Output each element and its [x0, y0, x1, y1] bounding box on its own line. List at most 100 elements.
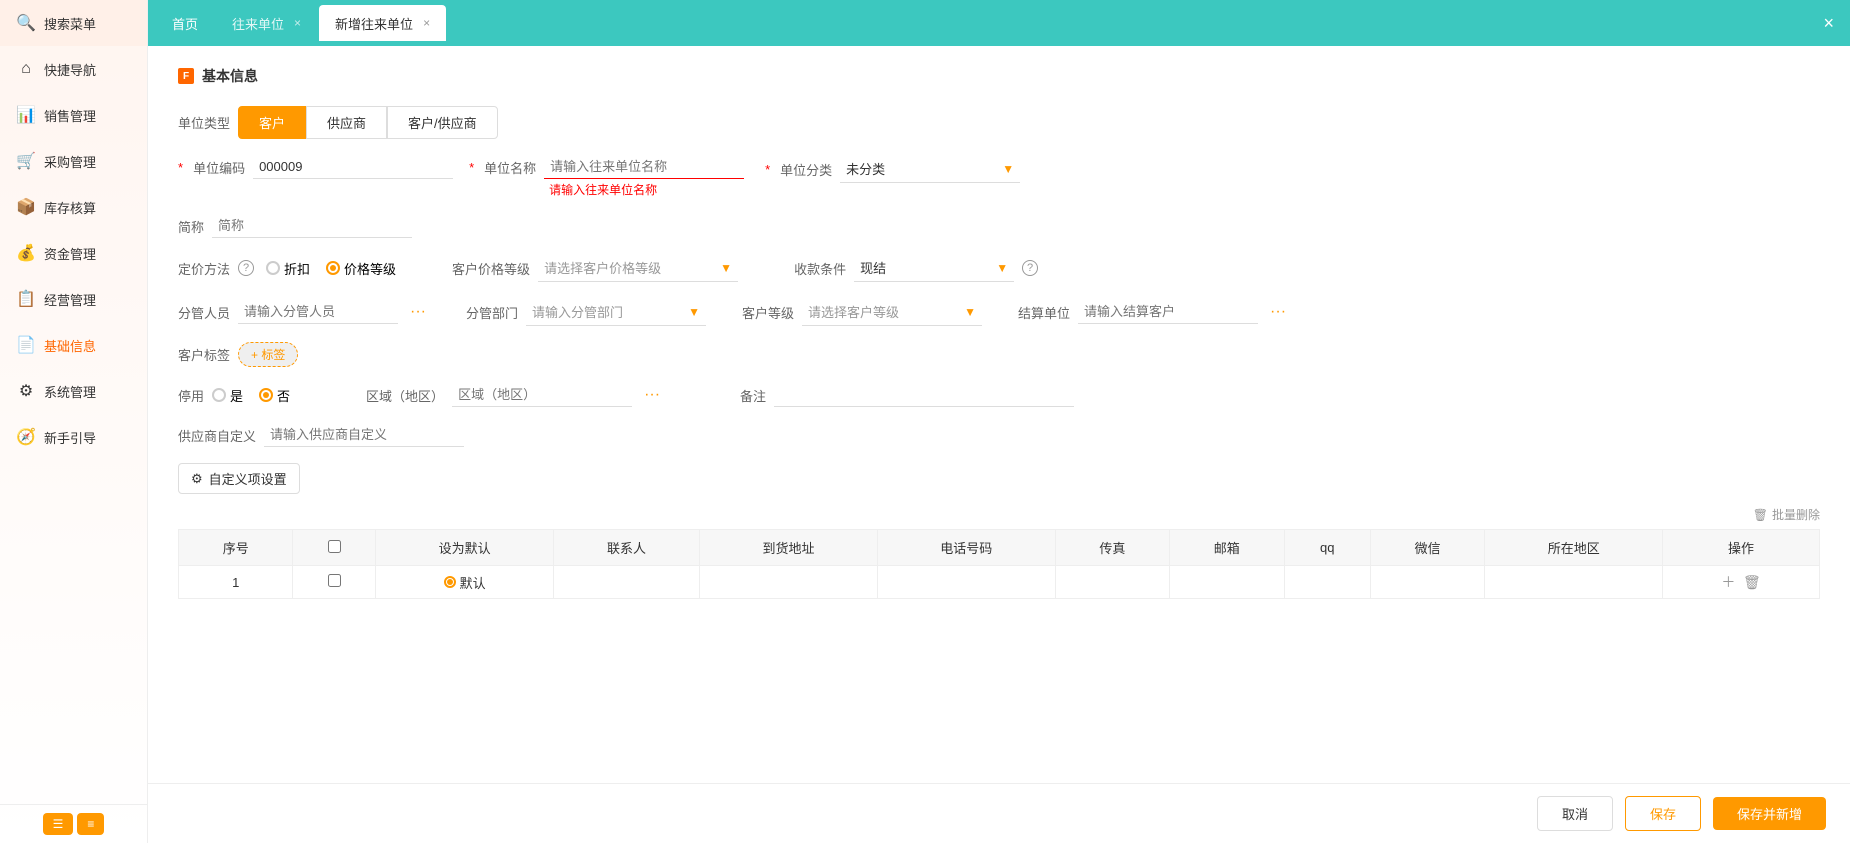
save-button[interactable]: 保存: [1625, 796, 1701, 831]
main-area: 首页 往来单位 × 新增往来单位 × × F 基本信息 单位类型 客户 供应商 …: [148, 0, 1850, 843]
row-action: ＋ 🗑: [1663, 566, 1820, 599]
supplier-custom-input[interactable]: [264, 423, 464, 447]
unit-category-label: 单位分类: [780, 160, 832, 179]
th-phone: 电话号码: [877, 530, 1055, 566]
pricing-radio-level[interactable]: 价格等级: [326, 259, 396, 278]
short-name-input[interactable]: [212, 214, 412, 238]
sidebar-item-operation[interactable]: 📋 经营管理: [0, 276, 147, 322]
th-wechat: 微信: [1370, 530, 1484, 566]
customer-level-select[interactable]: 请选择客户等级 ▼: [802, 298, 982, 326]
tab-partner-close[interactable]: ×: [294, 16, 301, 30]
sidebar-item-quick-nav[interactable]: ⌂ 快捷导航: [0, 46, 147, 92]
table-header-row: 序号 设为默认 联系人 到货地址 电话号码 传真 邮箱 qq 微信 所在地区 操…: [179, 530, 1820, 566]
sidebar-label-quick-nav: 快捷导航: [44, 60, 96, 79]
select-all-checkbox[interactable]: [328, 540, 341, 553]
region-input[interactable]: [452, 383, 632, 407]
tab-home[interactable]: 首页: [156, 8, 214, 39]
row-delete-icon[interactable]: 🗑: [1743, 574, 1761, 590]
tab-bar: 首页 往来单位 × 新增往来单位 × ×: [148, 0, 1850, 46]
row-add-icon[interactable]: ＋: [1721, 574, 1735, 590]
customer-level-arrow-icon: ▼: [964, 305, 976, 319]
customer-level-field: 客户等级 请选择客户等级 ▼: [742, 298, 982, 326]
unit-name-input[interactable]: [544, 155, 744, 179]
row-email: [1170, 566, 1284, 599]
search-icon: 🔍: [16, 13, 36, 33]
row-checkbox[interactable]: [328, 574, 341, 587]
th-checkbox: [293, 530, 376, 566]
pricing-radio-level-label: 价格等级: [344, 259, 396, 278]
pricing-method-label: 定价方法: [178, 259, 230, 278]
remarks-label: 备注: [740, 386, 766, 405]
tab-new-partner-close[interactable]: ×: [423, 16, 430, 30]
manager-input[interactable]: [238, 300, 398, 324]
pricing-radio-discount[interactable]: 折扣: [266, 259, 310, 278]
payment-help-icon[interactable]: ?: [1022, 260, 1038, 276]
type-btn-both[interactable]: 客户/供应商: [387, 106, 498, 139]
customer-price-level-placeholder: 请选择客户价格等级: [544, 258, 661, 277]
add-tag-button[interactable]: + 标签: [238, 342, 298, 367]
sidebar-item-search[interactable]: 🔍 搜索菜单: [0, 0, 147, 46]
sidebar-bottom-btn2[interactable]: ≡: [77, 813, 104, 835]
pricing-help-icon[interactable]: ?: [238, 260, 254, 276]
payment-condition-value: 现结: [860, 258, 886, 277]
batch-delete-button[interactable]: 🗑 批量删除: [1753, 506, 1820, 523]
row-default-radio[interactable]: [444, 576, 456, 588]
sidebar-item-basic-info[interactable]: 📄 基础信息: [0, 322, 147, 368]
manager-more-icon[interactable]: ···: [406, 303, 430, 321]
unit-type-label: 单位类型: [178, 113, 230, 132]
remarks-input[interactable]: [774, 383, 1074, 407]
tab-partner[interactable]: 往来单位 ×: [216, 5, 317, 41]
sidebar-label-basic-info: 基础信息: [44, 336, 96, 355]
row-default-cell: 默认: [376, 566, 554, 599]
department-select[interactable]: 请输入分管部门 ▼: [526, 298, 706, 326]
type-btn-customer[interactable]: 客户: [238, 106, 306, 139]
sidebar-label-sales: 销售管理: [44, 106, 96, 125]
row-qq: [1284, 566, 1370, 599]
region-label: 区域（地区）: [366, 386, 444, 405]
sidebar-item-guide[interactable]: 🧭 新手引导: [0, 414, 147, 460]
supplier-custom-field: 供应商自定义: [178, 423, 464, 447]
unit-category-value: 未分类: [846, 159, 885, 178]
settlement-input[interactable]: [1078, 300, 1258, 324]
tab-new-partner[interactable]: 新增往来单位 ×: [319, 5, 446, 41]
type-btn-supplier[interactable]: 供应商: [306, 106, 387, 139]
unit-code-input[interactable]: [253, 155, 453, 179]
region-more-icon[interactable]: ···: [640, 386, 664, 404]
sidebar-item-system[interactable]: ⚙ 系统管理: [0, 368, 147, 414]
tab-bar-close-all[interactable]: ×: [1815, 13, 1842, 34]
inventory-icon: 📦: [16, 197, 36, 217]
disabled-no[interactable]: 否: [259, 386, 290, 405]
finance-icon: 💰: [16, 243, 36, 263]
unit-name-error: 请输入往来单位名称: [549, 181, 749, 198]
th-fax: 传真: [1055, 530, 1169, 566]
unit-category-field: * 单位分类 未分类 ▼: [765, 155, 1020, 183]
department-label: 分管部门: [466, 303, 518, 322]
purchase-icon: 🛒: [16, 151, 36, 171]
sales-icon: 📊: [16, 105, 36, 125]
row-contact: [553, 566, 699, 599]
sidebar-item-purchase[interactable]: 🛒 采购管理: [0, 138, 147, 184]
settlement-label: 结算单位: [1018, 303, 1070, 322]
unit-info-row: * 单位编码 * 单位名称 请输入往来单位名称 * 单位分类 未分类 ▼: [178, 155, 1820, 198]
tab-new-partner-label: 新增往来单位: [335, 14, 413, 33]
payment-condition-select[interactable]: 现结 ▼: [854, 254, 1014, 282]
custom-settings-button[interactable]: ⚙ 自定义项设置: [178, 463, 300, 494]
unit-code-field: * 单位编码: [178, 155, 453, 179]
department-arrow-icon: ▼: [688, 305, 700, 319]
th-contact: 联系人: [553, 530, 699, 566]
cancel-button[interactable]: 取消: [1537, 796, 1613, 831]
unit-code-required: *: [178, 160, 183, 175]
sidebar-item-finance[interactable]: 💰 资金管理: [0, 230, 147, 276]
sidebar-item-inventory[interactable]: 📦 库存核算: [0, 184, 147, 230]
save-new-button[interactable]: 保存并新增: [1713, 797, 1826, 830]
sidebar-bottom-btn1[interactable]: ☰: [43, 813, 74, 835]
customer-tag-field: 客户标签 + 标签: [178, 342, 298, 367]
th-address: 到货地址: [700, 530, 878, 566]
sidebar-item-sales[interactable]: 📊 销售管理: [0, 92, 147, 138]
disabled-yes[interactable]: 是: [212, 386, 243, 405]
type-btn-group: 客户 供应商 客户/供应商: [238, 106, 498, 139]
batch-delete-label: 批量删除: [1772, 506, 1820, 523]
customer-price-level-select[interactable]: 请选择客户价格等级 ▼: [538, 254, 738, 282]
settlement-more-icon[interactable]: ···: [1266, 303, 1290, 321]
unit-category-select[interactable]: 未分类 ▼: [840, 155, 1020, 183]
